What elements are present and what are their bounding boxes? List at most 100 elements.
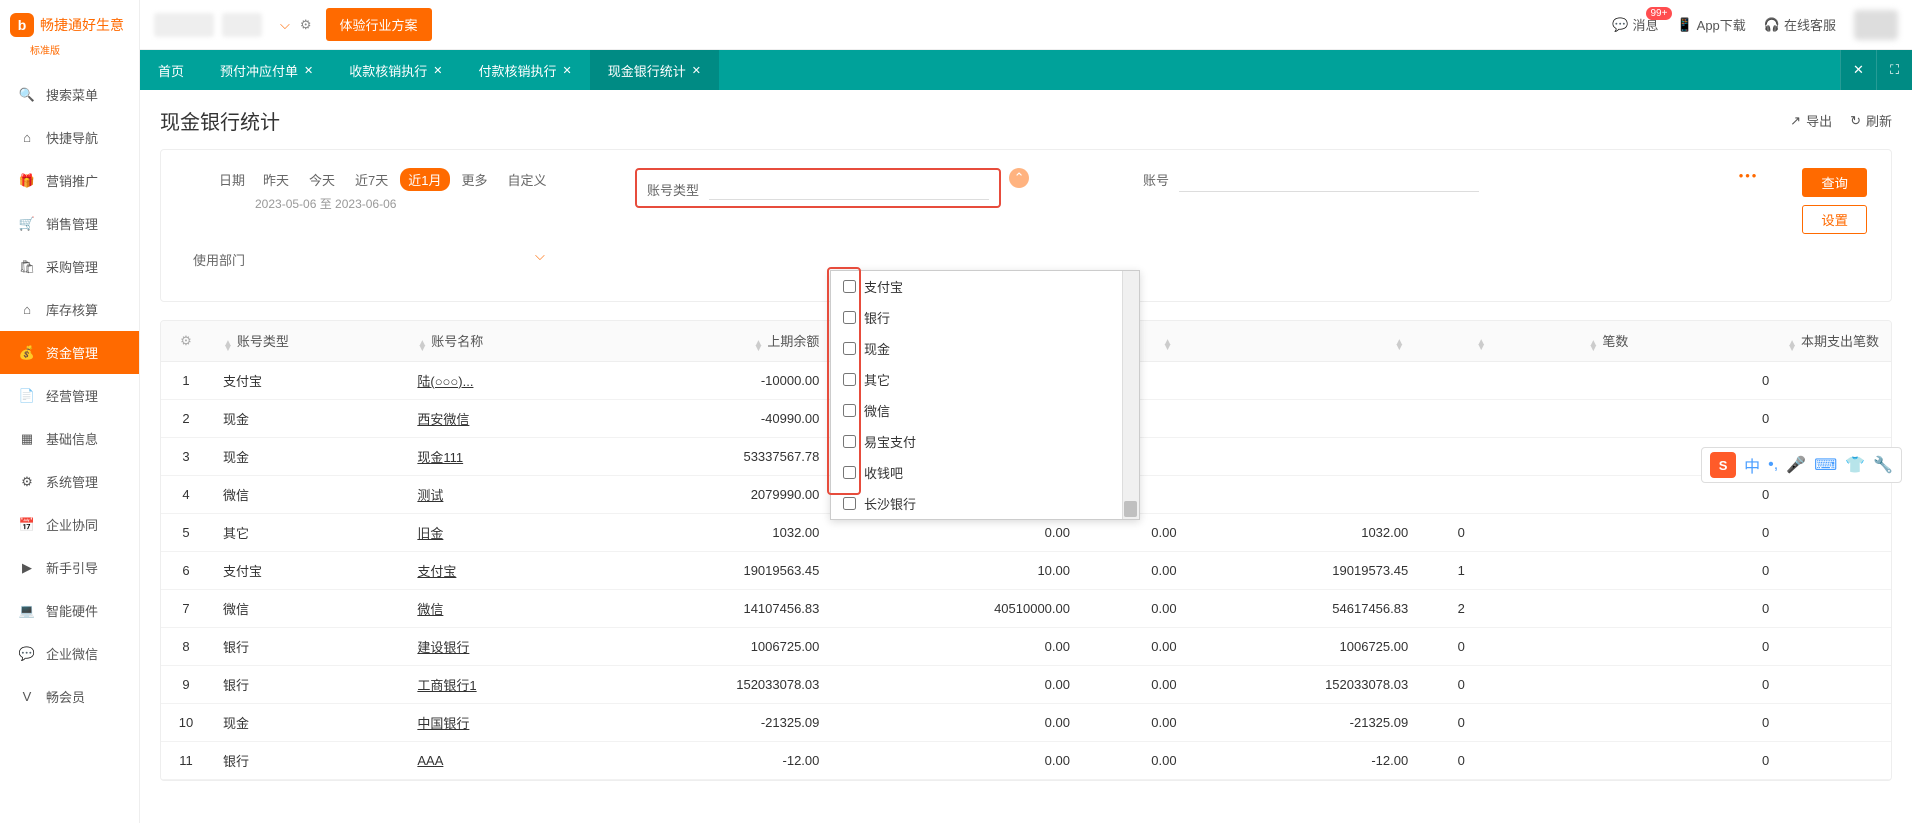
dept-selector[interactable]: ⌵ bbox=[255, 248, 545, 264]
column-header[interactable]: ▲▼ bbox=[1189, 321, 1421, 362]
dropdown-option[interactable]: 其它 bbox=[831, 364, 1139, 395]
dropdown-option[interactable]: 长沙银行 bbox=[831, 488, 1139, 519]
column-header[interactable]: ▲▼ bbox=[1420, 321, 1502, 362]
avatar[interactable] bbox=[1854, 10, 1898, 40]
close-icon[interactable]: ✕ bbox=[692, 64, 701, 77]
ime-lang[interactable]: 中 bbox=[1744, 453, 1760, 477]
account-name-link[interactable]: 工商银行1 bbox=[417, 678, 476, 693]
column-header[interactable]: ▲▼账号名称 bbox=[405, 321, 599, 362]
dropdown-option[interactable]: 易宝支付 bbox=[831, 426, 1139, 457]
close-tab-button[interactable]: ✕ bbox=[1840, 50, 1876, 90]
date-chip[interactable]: 昨天 bbox=[255, 168, 297, 191]
sidebar-item-cart[interactable]: 🛒销售管理 bbox=[0, 202, 139, 245]
column-header[interactable]: ⚙ bbox=[161, 321, 211, 362]
account-name-link[interactable]: 旧金 bbox=[417, 526, 443, 541]
tab[interactable]: 付款核销执行✕ bbox=[460, 50, 589, 90]
option-checkbox[interactable] bbox=[843, 466, 856, 479]
dropdown-option[interactable]: 收钱吧 bbox=[831, 457, 1139, 488]
sidebar-item-chat[interactable]: 💬企业微信 bbox=[0, 632, 139, 675]
sidebar-item-home[interactable]: ⌂快捷导航 bbox=[0, 116, 139, 159]
messages-link[interactable]: 💬 消息 99+ bbox=[1612, 15, 1658, 34]
column-header[interactable]: ▲▼账号类型 bbox=[211, 321, 405, 362]
sort-icon[interactable]: ▲▼ bbox=[417, 341, 427, 351]
sidebar-item-vip[interactable]: V畅会员 bbox=[0, 675, 139, 718]
sort-icon[interactable]: ▲▼ bbox=[1476, 340, 1486, 350]
account-name-link[interactable]: AAA bbox=[417, 753, 443, 768]
sidebar-item-gift[interactable]: 🎁营销推广 bbox=[0, 159, 139, 202]
close-icon[interactable]: ✕ bbox=[304, 64, 313, 77]
account-input[interactable] bbox=[1179, 168, 1479, 192]
option-checkbox[interactable] bbox=[843, 435, 856, 448]
sidebar-item-gear[interactable]: ⚙系统管理 bbox=[0, 460, 139, 503]
dropdown-option[interactable]: 现金 bbox=[831, 333, 1139, 364]
account-name-link[interactable]: 支付宝 bbox=[417, 564, 456, 579]
sidebar-item-play[interactable]: ▶新手引导 bbox=[0, 546, 139, 589]
industry-plan-button[interactable]: 体验行业方案 bbox=[326, 8, 432, 41]
ime-mic-icon[interactable]: 🎤 bbox=[1786, 455, 1806, 475]
tab[interactable]: 收款核销执行✕ bbox=[331, 50, 460, 90]
export-button[interactable]: ↗导出 bbox=[1790, 111, 1832, 130]
date-chip[interactable]: 今天 bbox=[301, 168, 343, 191]
account-name-link[interactable]: 现金111 bbox=[417, 450, 463, 465]
option-checkbox[interactable] bbox=[843, 497, 856, 510]
sort-icon[interactable]: ▲▼ bbox=[1394, 340, 1404, 350]
sort-icon[interactable]: ▲▼ bbox=[753, 341, 763, 351]
close-icon[interactable]: ✕ bbox=[433, 64, 442, 77]
option-checkbox[interactable] bbox=[843, 311, 856, 324]
scrollbar-thumb[interactable] bbox=[1124, 501, 1137, 517]
date-chip[interactable]: 自定义 bbox=[500, 168, 555, 191]
account-name-link[interactable]: 陆(○○○)... bbox=[417, 374, 473, 389]
account-type-input[interactable] bbox=[709, 176, 989, 200]
account-name-link[interactable]: 建设银行 bbox=[417, 640, 469, 655]
dropdown-option[interactable]: 银行 bbox=[831, 302, 1139, 333]
option-checkbox[interactable] bbox=[843, 373, 856, 386]
company-selector[interactable]: ⌵ bbox=[154, 13, 300, 37]
sidebar-item-search[interactable]: 🔍搜索菜单 bbox=[0, 73, 139, 116]
option-checkbox[interactable] bbox=[843, 280, 856, 293]
sidebar-item-doc[interactable]: 📄经营管理 bbox=[0, 374, 139, 417]
refresh-button[interactable]: ↻刷新 bbox=[1850, 111, 1892, 130]
option-checkbox[interactable] bbox=[843, 342, 856, 355]
more-filters-icon[interactable]: ••• bbox=[1739, 168, 1759, 183]
sidebar-item-chip[interactable]: 💻智能硬件 bbox=[0, 589, 139, 632]
tab[interactable]: 首页 bbox=[140, 50, 202, 90]
date-chip[interactable]: 更多 bbox=[454, 168, 496, 191]
sidebar-item-money[interactable]: 💰资金管理 bbox=[0, 331, 139, 374]
sort-icon[interactable]: ▲▼ bbox=[1163, 340, 1173, 350]
date-chip[interactable]: 近1月 bbox=[400, 168, 449, 191]
option-checkbox[interactable] bbox=[843, 404, 856, 417]
account-name-link[interactable]: 西安微信 bbox=[417, 412, 469, 427]
app-download-link[interactable]: 📱 App下载 bbox=[1676, 15, 1745, 34]
support-link[interactable]: 🎧 在线客服 bbox=[1764, 15, 1836, 34]
account-name-link[interactable]: 测试 bbox=[417, 488, 443, 503]
scrollbar[interactable] bbox=[1122, 271, 1139, 519]
gear-icon[interactable]: ⚙ bbox=[300, 17, 312, 33]
close-icon[interactable]: ✕ bbox=[563, 64, 572, 77]
sort-icon[interactable]: ▲▼ bbox=[1787, 341, 1797, 351]
expand-button[interactable]: ⛶ bbox=[1876, 50, 1912, 90]
account-name-link[interactable]: 中国银行 bbox=[417, 716, 469, 731]
column-header[interactable]: ▲▼上期余额 bbox=[600, 321, 832, 362]
collapse-toggle-icon[interactable]: ⌃ bbox=[1009, 168, 1029, 188]
dropdown-option[interactable]: 支付宝 bbox=[831, 271, 1139, 302]
account-name-link[interactable]: 微信 bbox=[417, 602, 443, 617]
sidebar-item-bag[interactable]: 🛍采购管理 bbox=[0, 245, 139, 288]
account-type-filter[interactable]: 账号类型 bbox=[635, 168, 1001, 208]
ime-skin-icon[interactable]: 👕 bbox=[1845, 455, 1865, 475]
dropdown-option[interactable]: 微信 bbox=[831, 395, 1139, 426]
tab[interactable]: 预付冲应付单✕ bbox=[202, 50, 331, 90]
date-chip[interactable]: 近7天 bbox=[347, 168, 396, 191]
sidebar-item-box[interactable]: ⌂库存核算 bbox=[0, 288, 139, 331]
sidebar-item-grid[interactable]: ▦基础信息 bbox=[0, 417, 139, 460]
settings-button[interactable]: 设置 bbox=[1802, 205, 1867, 234]
sidebar-item-calendar[interactable]: 📅企业协同 bbox=[0, 503, 139, 546]
column-header[interactable]: ▲▼笔数 bbox=[1502, 321, 1640, 362]
ime-punct-icon[interactable]: •, bbox=[1768, 456, 1778, 474]
ime-toolbox-icon[interactable]: 🔧 bbox=[1873, 455, 1893, 475]
tab[interactable]: 现金银行统计✕ bbox=[590, 50, 719, 90]
column-header[interactable]: ▲▼本期支出笔数 bbox=[1640, 321, 1891, 362]
ime-keyboard-icon[interactable]: ⌨ bbox=[1814, 455, 1837, 475]
sort-icon[interactable]: ▲▼ bbox=[223, 341, 233, 351]
sort-icon[interactable]: ▲▼ bbox=[1588, 341, 1598, 351]
query-button[interactable]: 查询 bbox=[1802, 168, 1867, 197]
